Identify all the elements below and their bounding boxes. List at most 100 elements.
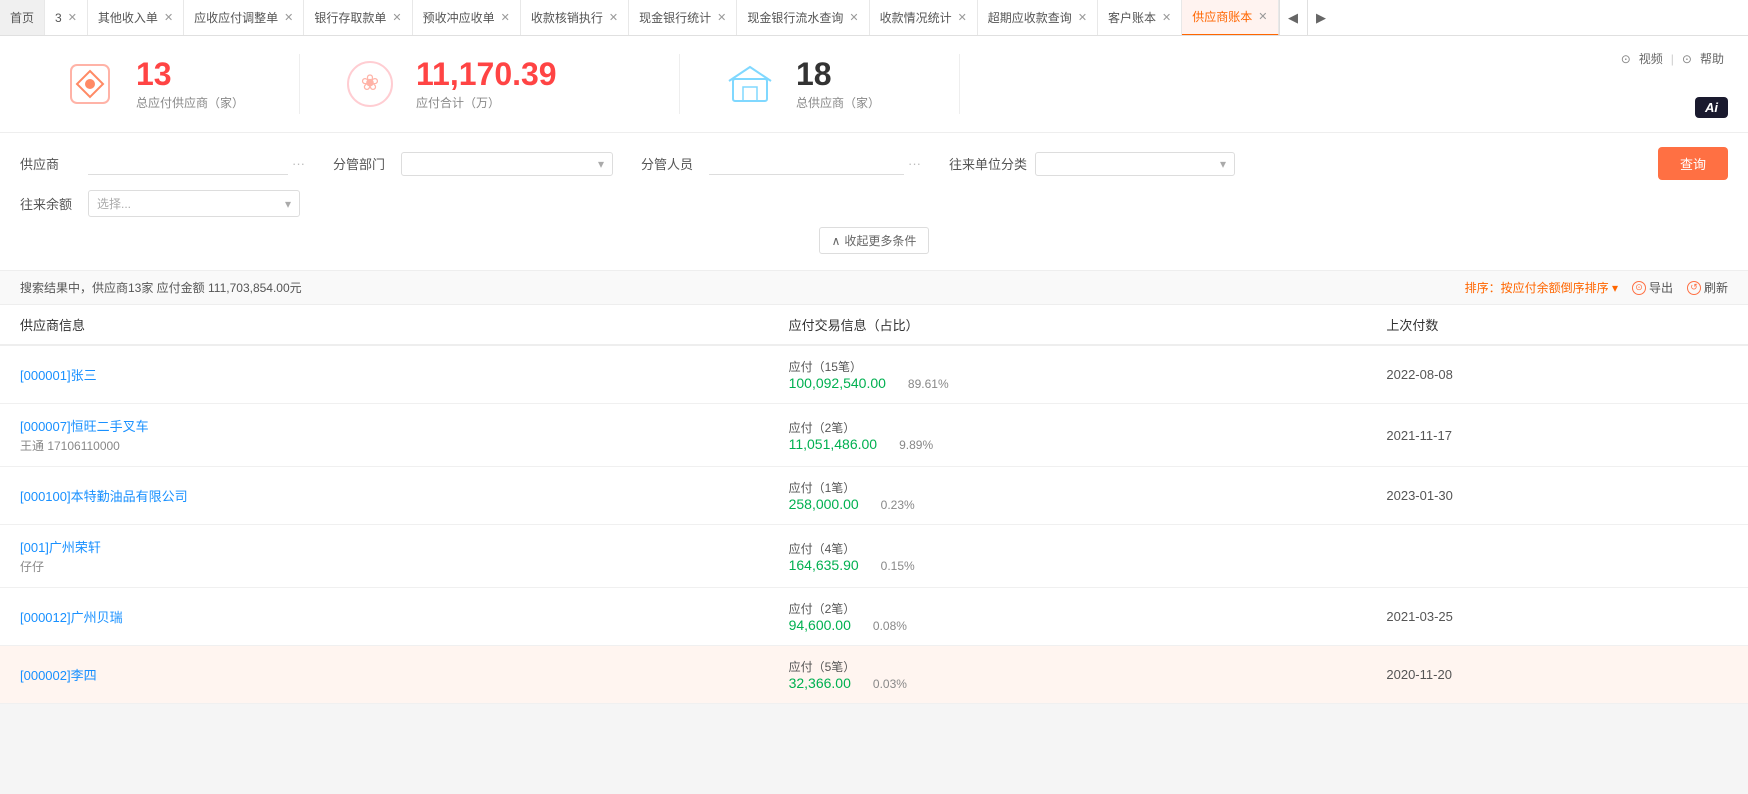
payable-label-6: 应付（5笔）	[789, 658, 1387, 675]
export-link[interactable]: ⊙ 导出	[1632, 279, 1673, 296]
supplier-sub-2: 王通 17106110000	[20, 437, 789, 454]
payable-pct-1: 89.61%	[908, 377, 949, 391]
collapse-button[interactable]: ∧ 收起更多条件	[819, 227, 930, 254]
supplier-name-col: [000012]广州贝瑞	[20, 607, 789, 626]
nav-tab-cash-bank-flow-label: 现金银行流水查询	[747, 9, 843, 26]
sort-label[interactable]: 排序：按应付余额倒序排序 ▾	[1465, 279, 1618, 296]
table-row: [000100]本特勤油品有限公司 应付（1笔） 258,000.00 0.23…	[0, 467, 1748, 525]
supplier-link-5[interactable]: [000012]广州贝瑞	[20, 610, 123, 625]
payable-info-2: 应付（2笔） 11,051,486.00 9.89%	[789, 419, 1387, 452]
nav-tab-overdue-query[interactable]: 超期应收款查询 ✕	[978, 0, 1098, 36]
nav-tab-collection-verify-label: 收款核销执行	[531, 9, 603, 26]
supplier-name-col: [000007]恒旺二手叉车 王通 17106110000	[20, 416, 789, 454]
video-link[interactable]: 视频	[1639, 50, 1663, 67]
nav-tab-cash-bank-stat-label: 现金银行统计	[639, 9, 711, 26]
nav-tab-ap-adjust[interactable]: 应收应付调整单 ✕	[184, 0, 304, 36]
diamond-icon	[60, 54, 120, 114]
supplier-link-2[interactable]: [000007]恒旺二手叉车	[20, 419, 149, 434]
close-icon[interactable]: ✕	[284, 11, 293, 24]
summary-item-ap-suppliers: 13 总应付供应商（家）	[20, 54, 300, 114]
nav-tab-supplier-account-label: 供应商账本	[1192, 8, 1252, 25]
close-icon[interactable]: ✕	[1162, 11, 1171, 24]
payable-info-6: 应付（5笔） 32,366.00 0.03%	[789, 658, 1387, 691]
dept-filter-label: 分管部门	[333, 154, 393, 173]
nav-tab-other-income[interactable]: 其他收入单 ✕	[88, 0, 184, 36]
supplier-filter-label: 供应商	[20, 154, 80, 173]
nav-prev-arrow[interactable]: ◀	[1279, 0, 1307, 36]
chevron-down-icon-3: ▾	[285, 197, 291, 211]
refresh-icon: ↺	[1687, 281, 1701, 295]
nav-next-arrow[interactable]: ▶	[1307, 0, 1335, 36]
nav-tab-other-income-label: 其他收入单	[98, 9, 158, 26]
nav-tab-collection-verify[interactable]: 收款核销执行 ✕	[521, 0, 629, 36]
close-icon[interactable]: ✕	[717, 11, 726, 24]
filter-row-1: 供应商 ··· 分管部门 ▾ 分管人员 ··· 往来单位分类 ▾ 查询	[20, 147, 1728, 180]
table-row: [001]广州荣轩 仔仔 应付（4笔） 164,635.90 0.15%	[0, 525, 1748, 588]
last-pay-1: 2022-08-08	[1386, 367, 1728, 382]
summary-text-ap-suppliers: 13 总应付供应商（家）	[136, 58, 244, 111]
nav-tab-collection-stat[interactable]: 收款情况统计 ✕	[870, 0, 978, 36]
close-icon[interactable]: ✕	[958, 11, 967, 24]
nav-tab-overdue-query-label: 超期应收款查询	[988, 9, 1072, 26]
svg-text:❀: ❀	[361, 70, 379, 95]
nav-tab-advance-offset[interactable]: 预收冲应收单 ✕	[413, 0, 521, 36]
close-icon[interactable]: ✕	[68, 11, 77, 24]
supplier-input[interactable]	[88, 152, 288, 175]
nav-tab-cash-bank-stat[interactable]: 现金银行统计 ✕	[629, 0, 737, 36]
supplier-link-3[interactable]: [000100]本特勤油品有限公司	[20, 489, 188, 504]
ai-badge[interactable]: Ai	[1695, 97, 1728, 118]
payable-label-2: 应付（2笔）	[789, 419, 1387, 436]
separator: |	[1671, 52, 1674, 66]
nav-tab-customer-account[interactable]: 客户账本 ✕	[1098, 0, 1182, 36]
total-suppliers-label: 总供应商（家）	[796, 94, 880, 111]
supplier-link-4[interactable]: [001]广州荣轩	[20, 540, 101, 555]
payable-label-3: 应付（1笔）	[789, 479, 1387, 496]
payable-info-4: 应付（4笔） 164,635.90 0.15%	[789, 540, 1387, 573]
unit-class-select[interactable]: ▾	[1035, 152, 1235, 176]
nav-tab-cash-bank-flow[interactable]: 现金银行流水查询 ✕	[737, 0, 869, 36]
play-circle-icon: ⊙	[1621, 52, 1631, 66]
supplier-name-col: [000100]本特勤油品有限公司	[20, 486, 789, 505]
payable-amount-4: 164,635.90	[789, 557, 859, 573]
balance-placeholder: 选择...	[97, 195, 131, 212]
table-row: [000002]李四 应付（5笔） 32,366.00 0.03% 2020-1…	[0, 646, 1748, 704]
nav-tab-home[interactable]: 首页	[0, 0, 45, 36]
payable-info-3: 应付（1笔） 258,000.00 0.23%	[789, 479, 1387, 512]
supplier-link-6[interactable]: [000002]李四	[20, 668, 97, 683]
refresh-link[interactable]: ↺ 刷新	[1687, 279, 1728, 296]
filter-row-2: 往来余额 选择... ▾	[20, 190, 1728, 217]
close-icon[interactable]: ✕	[1078, 11, 1087, 24]
table-row: [000007]恒旺二手叉车 王通 17106110000 应付（2笔） 11,…	[0, 404, 1748, 467]
header-ap-info: 应付交易信息（占比）	[789, 315, 1387, 334]
person-more-icon[interactable]: ···	[908, 156, 921, 171]
header-supplier-info: 供应商信息	[20, 315, 789, 334]
table-row: [000001]张三 应付（15笔） 100,092,540.00 89.61%…	[0, 346, 1748, 404]
payable-info-5: 应付（2笔） 94,600.00 0.08%	[789, 600, 1387, 633]
summary-text-ap-amount: 11,170.39 应付合计（万）	[416, 58, 557, 111]
balance-select[interactable]: 选择... ▾	[88, 190, 300, 217]
ap-suppliers-num: 13	[136, 58, 244, 90]
close-icon[interactable]: ✕	[1258, 10, 1267, 23]
filter-area: 供应商 ··· 分管部门 ▾ 分管人员 ··· 往来单位分类 ▾ 查询	[0, 133, 1748, 271]
search-button[interactable]: 查询	[1658, 147, 1728, 180]
last-pay-6: 2020-11-20	[1386, 667, 1728, 682]
close-icon[interactable]: ✕	[392, 11, 401, 24]
close-icon[interactable]: ✕	[164, 11, 173, 24]
filter-item-supplier: 供应商 ···	[20, 152, 305, 175]
close-icon[interactable]: ✕	[501, 11, 510, 24]
summary-item-total-suppliers: 18 总供应商（家）	[680, 54, 960, 114]
supplier-link-1[interactable]: [000001]张三	[20, 368, 97, 383]
close-icon[interactable]: ✕	[849, 11, 858, 24]
nav-tab-bank-deposit[interactable]: 银行存取款单 ✕	[304, 0, 412, 36]
nav-tab-supplier-account[interactable]: 供应商账本 ✕	[1182, 0, 1278, 36]
help-link[interactable]: 帮助	[1700, 50, 1724, 67]
result-info-text: 搜索结果中，供应商13家 应付金额 111,703,854.00元	[20, 279, 302, 296]
dept-select[interactable]: ▾	[401, 152, 613, 176]
close-icon[interactable]: ✕	[609, 11, 618, 24]
nav-tab-3[interactable]: 3 ✕	[45, 0, 88, 36]
supplier-name-col: [001]广州荣轩 仔仔	[20, 537, 789, 575]
summary-top-right: ⊙ 视频 | ⊙ 帮助	[1617, 50, 1728, 67]
supplier-more-icon[interactable]: ···	[292, 156, 305, 171]
person-input[interactable]	[709, 152, 904, 175]
payable-pct-4: 0.15%	[881, 559, 915, 573]
